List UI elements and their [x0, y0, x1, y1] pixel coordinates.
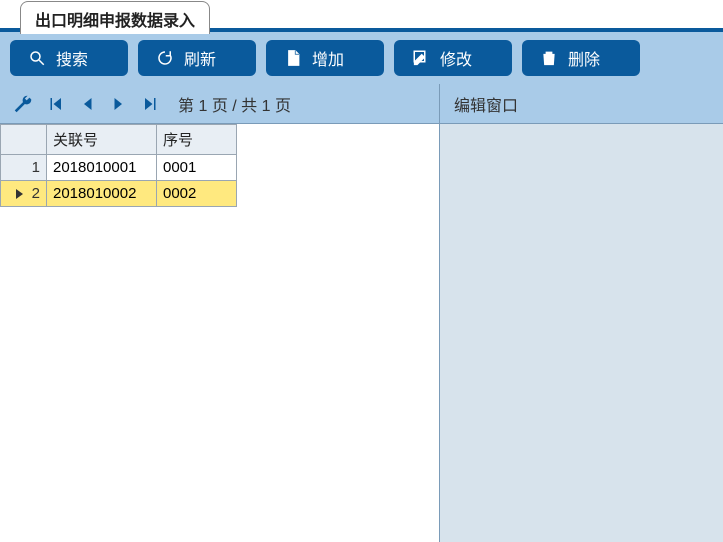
tab-bar: 出口明细申报数据录入 — [0, 0, 723, 32]
table-row[interactable]: 1 2018010001 0001 — [1, 155, 237, 181]
delete-button[interactable]: 删除 — [522, 40, 640, 76]
secondary-bar: 第 1 页 / 共 1 页 编辑窗口 — [0, 84, 723, 124]
wrench-icon[interactable] — [12, 93, 34, 115]
cell-seq[interactable]: 0001 — [157, 155, 237, 181]
tab-label: 出口明细申报数据录入 — [35, 13, 195, 30]
search-icon — [28, 49, 46, 67]
refresh-button[interactable]: 刷新 — [138, 40, 256, 76]
add-button[interactable]: 增加 — [266, 40, 384, 76]
refresh-button-label: 刷新 — [184, 46, 216, 70]
edit-panel — [440, 124, 723, 542]
last-page-icon[interactable] — [140, 93, 162, 115]
search-button-label: 搜索 — [56, 46, 88, 70]
table-row[interactable]: 2 2018010002 0002 — [1, 181, 237, 207]
data-grid[interactable]: 关联号 序号 1 2018010001 0001 2 20 — [0, 124, 237, 207]
col-header-seq[interactable]: 序号 — [157, 125, 237, 155]
cell-assoc[interactable]: 2018010001 — [47, 155, 157, 181]
first-page-icon[interactable] — [44, 93, 66, 115]
delete-button-label: 删除 — [568, 46, 600, 70]
search-button[interactable]: 搜索 — [10, 40, 128, 76]
edit-panel-title: 编辑窗口 — [440, 84, 723, 123]
add-file-icon — [284, 49, 302, 67]
row-indicator-icon — [16, 189, 23, 199]
edit-button[interactable]: 修改 — [394, 40, 512, 76]
pager: 第 1 页 / 共 1 页 — [0, 84, 440, 123]
col-header-assoc[interactable]: 关联号 — [47, 125, 157, 155]
row-header: 1 — [1, 155, 47, 181]
refresh-icon — [156, 49, 174, 67]
next-page-icon[interactable] — [108, 93, 130, 115]
content: 关联号 序号 1 2018010001 0001 2 20 — [0, 124, 723, 542]
trash-icon — [540, 49, 558, 67]
edit-icon — [412, 49, 430, 67]
grid-pane: 关联号 序号 1 2018010001 0001 2 20 — [0, 124, 440, 542]
page-indicator: 第 1 页 / 共 1 页 — [178, 92, 291, 116]
toolbar: 搜索 刷新 增加 修改 删除 — [0, 32, 723, 84]
tab-export-detail[interactable]: 出口明细申报数据录入 — [20, 1, 210, 34]
row-header: 2 — [1, 181, 47, 207]
edit-button-label: 修改 — [440, 46, 472, 70]
prev-page-icon[interactable] — [76, 93, 98, 115]
grid-corner — [1, 125, 47, 155]
cell-assoc[interactable]: 2018010002 — [47, 181, 157, 207]
add-button-label: 增加 — [312, 46, 344, 70]
cell-seq[interactable]: 0002 — [157, 181, 237, 207]
